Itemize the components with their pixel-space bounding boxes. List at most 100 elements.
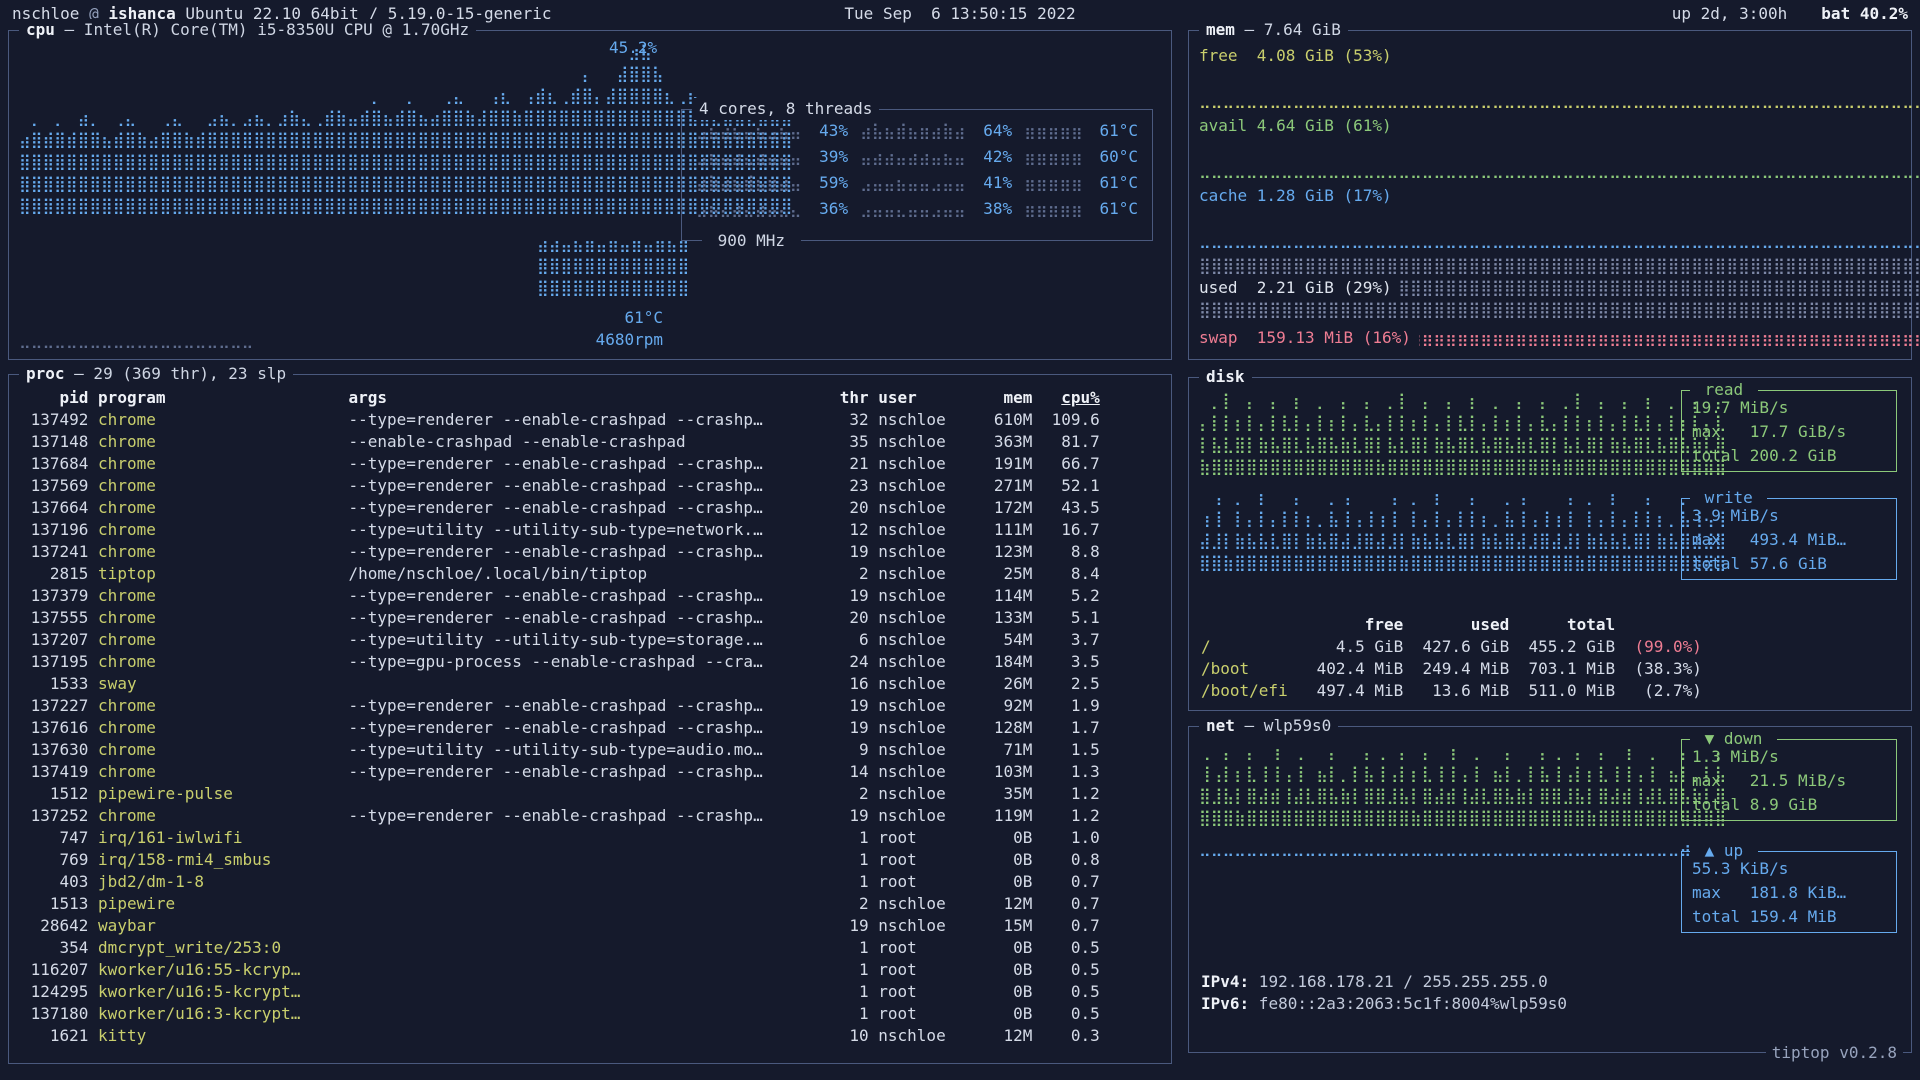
process-row: 137241 chrome --type=renderer --enable-c… <box>21 541 1171 563</box>
process-mem: 128M <box>975 717 1033 739</box>
mem-cache-row: ⠀⠀⠀⠀⠀⠀⠀⠀⠀⠀⠀⠀⠀⠀⠀⠀⠀⠀⠀⠀⠀⠀⠀⠀⠀⠀⠀⠀⠀⠀⠀⠀⠀⠀⠀⠀⠀⠀⠀⠀… <box>1199 185 1901 251</box>
fs-used: 249.4 MiB <box>1413 658 1509 680</box>
process-row: 137664 chrome --type=renderer --enable-c… <box>21 497 1171 519</box>
ipv4-address: 192.168.178.21 / 255.255.255.0 <box>1249 972 1548 991</box>
process-name: chrome <box>98 431 339 453</box>
process-pid: 769 <box>21 849 88 871</box>
fan-history-graph: ⣀⣀⣀⣀⣀⣀⣀⣀⣀⣀⣀⣀⣀⣀⣀⣀⣀⣀⣀⣀ <box>19 329 253 351</box>
process-pid: 137555 <box>21 607 88 629</box>
core4-load-spark: ⣠⣦⣄⣴⣄⣴⣤⣄⣄ <box>696 198 801 220</box>
process-row: 137684 chrome --type=renderer --enable-c… <box>21 453 1171 475</box>
process-threads: 2 <box>840 893 869 915</box>
filesystem-row: /boot 402.4 MiB 249.4 MiB 703.1 MiB (38.… <box>1201 658 1901 680</box>
process-threads: 6 <box>840 629 869 651</box>
process-args: --type=renderer --enable-crashpad --cras… <box>348 761 830 783</box>
process-user: root <box>878 1003 965 1025</box>
process-args: --type=renderer --enable-crashpad --cras… <box>348 409 830 431</box>
terminal[interactable]: nschloe @ ishanca Ubuntu 22.10 64bit / 5… <box>0 0 1920 1080</box>
core7-load: 41% <box>978 172 1013 194</box>
process-pid: 2815 <box>21 563 88 585</box>
core2-temp: 60°C <box>1095 146 1138 168</box>
col-args: args <box>348 387 830 409</box>
process-threads: 1 <box>840 871 869 893</box>
process-name: chrome <box>98 475 339 497</box>
filesystem-table-header: free used total <box>1201 614 1901 636</box>
process-args: --type=renderer --enable-crashpad --cras… <box>348 585 830 607</box>
net-panel-title: net — wlp59s0 <box>1199 715 1338 737</box>
process-pid: 137419 <box>21 761 88 783</box>
mem-used-label: used 2.21 GiB (29%) <box>1199 277 1400 299</box>
process-pid: 137148 <box>21 431 88 453</box>
process-threads: 12 <box>840 519 869 541</box>
process-mem: 184M <box>975 651 1033 673</box>
mem-swap-row: ⣶⣶⣶⣶⣶⣶⣶⣶⣶⣶⣶⣶⣶⣶⣶⣶⣶⣶⣶⣶⣶⣶⣶⣶⣶⣶⣶⣶⣶⣶⣶⣶⣶⣶⣶⣶⣶⣶⣶⣶… <box>1199 327 1901 349</box>
process-row: 124295 kworker/u16:5-kcrypt… 1 root 0B 0… <box>21 981 1171 1003</box>
process-pid: 137684 <box>21 453 88 475</box>
disk-write-title: write <box>1690 487 1767 509</box>
ipv4-label: IPv4: <box>1201 972 1249 991</box>
net-download-title: ▼ down <box>1690 728 1777 750</box>
process-args: --type=renderer --enable-crashpad --cras… <box>348 497 830 519</box>
process-threads: 24 <box>840 651 869 673</box>
mem-free-label: free 4.08 GiB (53%) <box>1199 45 1400 67</box>
core-row-3: ⣴⣷⣴⣦⣾⣦⣶⣴⣤59% ⣠⣤⣤⣦⣤⣤⣠⣤⣤41% ⣶⣶⣶⣶⣶61°C <box>696 172 1138 198</box>
core-row-4: ⣠⣦⣄⣴⣄⣴⣤⣄⣄36% ⣠⣤⣤⣄⣤⣤⣠⣤⣤38% ⣶⣶⣶⣶⣶61°C <box>696 198 1138 224</box>
process-row: 747 irq/161-iwlwifi 1 root 0B 1.0 <box>21 827 1171 849</box>
process-args: --type=utility --utility-sub-type=storag… <box>348 629 830 651</box>
process-cpu: 5.2 <box>1042 585 1100 607</box>
process-row: 137419 chrome --type=renderer --enable-c… <box>21 761 1171 783</box>
fs-used: 13.6 MiB <box>1413 680 1509 702</box>
net-download-max: max 21.5 MiB/s <box>1692 769 1886 793</box>
net-interface: — wlp59s0 <box>1235 716 1331 735</box>
col-program: program <box>98 387 339 409</box>
process-mem: 172M <box>975 497 1033 519</box>
process-threads: 19 <box>840 541 869 563</box>
process-row: 137379 chrome --type=renderer --enable-c… <box>21 585 1171 607</box>
mem-panel-name: mem <box>1206 20 1235 39</box>
core2-load-spark: ⣠⣦⣤⣴⣄⣴⣤⣤⣤ <box>696 146 801 168</box>
col-thr: thr <box>840 387 869 409</box>
col-cpu-sort: cpu% <box>1042 387 1100 409</box>
process-name: kitty <box>98 1025 339 1047</box>
core5-load-spark: ⣴⣧⣦⣾⣦⣶⣴⣷⣴ <box>860 120 965 142</box>
net-upload-total: total 159.4 MiB <box>1692 905 1886 929</box>
fs-percent: (99.0%) <box>1625 636 1702 658</box>
process-threads: 21 <box>840 453 869 475</box>
process-cpu: 0.5 <box>1042 1003 1100 1025</box>
process-row: 137569 chrome --type=renderer --enable-c… <box>21 475 1171 497</box>
process-threads: 1 <box>840 849 869 871</box>
process-name: dmcrypt_write/253:0 <box>98 937 339 959</box>
process-user: nschloe <box>878 651 965 673</box>
net-upload-max: max 181.8 KiB… <box>1692 881 1886 905</box>
process-cpu: 3.7 <box>1042 629 1100 651</box>
process-args: --type=gpu-process --enable-crashpad --c… <box>348 651 830 673</box>
process-cpu: 16.7 <box>1042 519 1100 541</box>
cpu-history-graph: ⠀⠀⠀⠀⠀⠀⠀⠀⠀⠀⠀⠀⠀⠀⠀⠀⠀⠀⠀⠀⠀⠀⠀⠀⠀⠀⠀⠀⠀⠀⠀⠀⠀⠀⠀⠀⠀⠀⠀⠀… <box>19 41 792 217</box>
process-row: 116207 kworker/u16:55-kcryp… 1 root 0B 0… <box>21 959 1171 981</box>
process-name: chrome <box>98 761 339 783</box>
process-threads: 20 <box>840 607 869 629</box>
process-args <box>348 981 830 1003</box>
fs-free: 4.5 GiB <box>1307 636 1403 658</box>
disk-write-graph: ⠀⢠⠀⡀⠀⡆⠀⠀⡄⠀⠀⡀⢠⠀⠀⠀⢠⠀⡀⠀⡆⠀⠀⡄⠀⠀⡀⢠⠀⠀⠀⢠⠀⡀⠀⡆⠀⠀⡄⠀… <box>1199 486 1726 574</box>
process-pid: 1621 <box>21 1025 88 1047</box>
process-threads: 23 <box>840 475 869 497</box>
filesystem-row: / 4.5 GiB 427.6 GiB 455.2 GiB (99.0%) <box>1201 636 1901 658</box>
process-args <box>348 827 830 849</box>
process-cpu: 0.5 <box>1042 959 1100 981</box>
mem-avail-row: ⠀⠀⠀⠀⠀⠀⠀⠀⠀⠀⠀⠀⠀⠀⠀⠀⠀⠀⠀⠀⠀⠀⠀⠀⠀⠀⠀⠀⠀⠀⠀⠀⠀⠀⠀⠀⠀⠀⠀⠀… <box>1199 115 1901 181</box>
process-threads: 10 <box>840 1025 869 1047</box>
cpu-model: — Intel(R) Core(TM) i5-8350U CPU @ 1.70G… <box>55 20 469 39</box>
process-mem: 119M <box>975 805 1033 827</box>
core4-temp: 61°C <box>1095 198 1138 220</box>
process-cpu: 0.3 <box>1042 1025 1100 1047</box>
process-user: root <box>878 849 965 871</box>
process-row: 137148 chrome --enable-crashpad --enable… <box>21 431 1171 453</box>
process-mem: 0B <box>975 849 1033 871</box>
process-name: chrome <box>98 519 339 541</box>
cores-box-title: 4 cores, 8 threads <box>692 98 879 120</box>
core1-temp: 61°C <box>1095 120 1138 142</box>
process-threads: 1 <box>840 959 869 981</box>
process-threads: 1 <box>840 1003 869 1025</box>
process-args: --type=utility --utility-sub-type=networ… <box>348 519 830 541</box>
